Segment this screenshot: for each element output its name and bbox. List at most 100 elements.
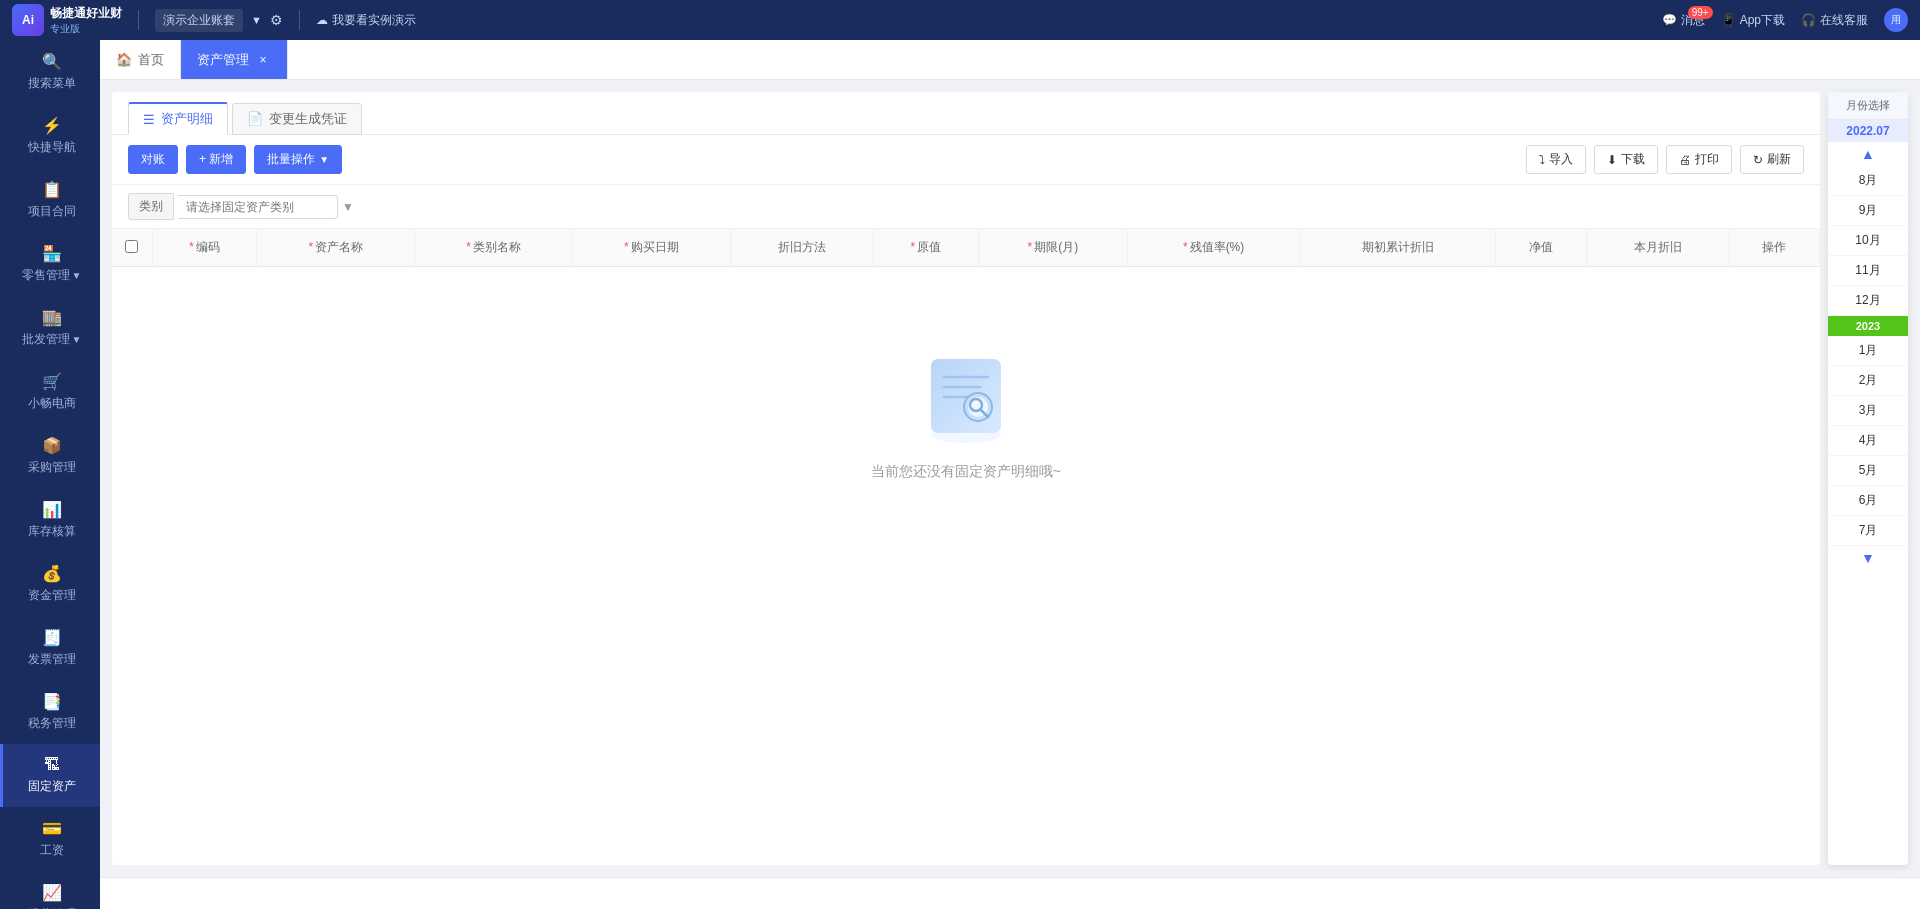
company-dropdown-icon[interactable]: ▼	[251, 14, 262, 26]
sub-tab-asset-detail[interactable]: ☰ 资产明细	[128, 102, 228, 135]
empty-illustration	[906, 347, 1026, 447]
sub-tab-change-voucher[interactable]: 📄 变更生成凭证	[232, 103, 362, 135]
sidebar-item-wholesale[interactable]: 🏬 批发管理 ▼	[0, 296, 100, 360]
table-wrapper: *编码 *资产名称 *类别名称 *购买日期 折旧方法 *原值 *期限(月) *残…	[112, 229, 1820, 865]
month-item-2[interactable]: 2月	[1828, 366, 1908, 396]
sidebar: 🔍 搜索菜单 ⚡ 快捷导航 📋 项目合同 🏪 零售管理 ▼ 🏬 批发管理 ▼	[0, 40, 100, 909]
tab-home[interactable]: 🏠 首页	[100, 40, 181, 79]
wholesale-arrow-icon: ▼	[72, 334, 82, 345]
tab-close-icon[interactable]: ×	[255, 52, 271, 68]
main-panel: ☰ 资产明细 📄 变更生成凭证 对账 + 新增 批量操作	[112, 92, 1820, 865]
month-item-11[interactable]: 11月	[1828, 256, 1908, 286]
category-filter-input[interactable]	[178, 195, 338, 219]
project-icon: 📋	[42, 180, 62, 199]
th-code: *编码	[152, 229, 257, 267]
message-btn[interactable]: 💬 消息 99+	[1662, 12, 1705, 29]
filter-label: 类别	[128, 193, 174, 220]
download-button[interactable]: ⬇ 下载	[1594, 145, 1658, 174]
user-avatar[interactable]: 用	[1884, 8, 1908, 32]
sidebar-item-retail[interactable]: 🏪 零售管理 ▼	[0, 232, 100, 296]
message-badge: 99+	[1688, 6, 1713, 19]
download-icon: ⬇	[1607, 153, 1617, 167]
voucher-icon: 📄	[247, 111, 263, 126]
search-icon: 🔍	[42, 52, 62, 71]
list-icon: ☰	[143, 112, 155, 127]
fixed-assets-icon: 🏗	[44, 756, 60, 774]
th-accumulated-depreciation: 期初累计折旧	[1300, 229, 1496, 267]
sidebar-item-fund[interactable]: 💰 资金管理	[0, 552, 100, 616]
cloud-icon: ☁	[316, 13, 328, 27]
month-scroll-down[interactable]: ▼	[1828, 546, 1908, 570]
wholesale-icon: 🏬	[42, 308, 62, 327]
reconcile-button[interactable]: 对账	[128, 145, 178, 174]
inventory-icon: 📊	[42, 500, 62, 519]
select-all-checkbox[interactable]	[125, 240, 138, 253]
settings-icon[interactable]: ⚙	[270, 12, 283, 28]
sidebar-item-quick-nav[interactable]: ⚡ 快捷导航	[0, 104, 100, 168]
month-item-10[interactable]: 10月	[1828, 226, 1908, 256]
year-2023-marker: 2023	[1828, 316, 1908, 336]
page-content: ☰ 资产明细 📄 变更生成凭证 对账 + 新增 批量操作	[100, 80, 1920, 877]
th-purchase-date: *购买日期	[573, 229, 731, 267]
ecommerce-icon: 🛒	[42, 372, 62, 391]
month-item-4[interactable]: 4月	[1828, 426, 1908, 456]
empty-state: 当前您还没有固定资产明细哦~	[112, 267, 1820, 561]
sidebar-item-salary[interactable]: 💳 工资	[0, 807, 100, 871]
batch-ops-button[interactable]: 批量操作 ▼	[254, 145, 342, 174]
month-item-12[interactable]: 12月	[1828, 286, 1908, 316]
demo-link[interactable]: ☁ 我要看实例演示	[316, 12, 416, 29]
toolbar-left: 对账 + 新增 批量操作 ▼	[128, 145, 342, 174]
month-scroll-up[interactable]: ▲	[1828, 142, 1908, 166]
purchase-icon: 📦	[42, 436, 62, 455]
top-bar-left: Ai 畅捷通好业财 专业版 演示企业账套 ▼ ⚙ ☁ 我要看实例演示	[12, 4, 416, 36]
bottom-bar	[100, 877, 1920, 909]
th-original-value: *原值	[873, 229, 978, 267]
sub-tabs: ☰ 资产明细 📄 变更生成凭证	[112, 92, 1820, 135]
month-item-6[interactable]: 6月	[1828, 486, 1908, 516]
import-icon: ⤵	[1539, 153, 1545, 167]
app-name-group: 畅捷通好业财 专业版	[50, 5, 122, 36]
sidebar-item-fixed-assets[interactable]: 🏗 固定资产	[0, 744, 100, 807]
batch-dropdown-icon: ▼	[319, 154, 329, 165]
online-service-btn[interactable]: 🎧 在线客服	[1801, 12, 1868, 29]
refresh-button[interactable]: ↻ 刷新	[1740, 145, 1804, 174]
month-item-8[interactable]: 8月	[1828, 166, 1908, 196]
month-item-9[interactable]: 9月	[1828, 196, 1908, 226]
import-button[interactable]: ⤵ 导入	[1526, 145, 1586, 174]
content-area: 🏠 首页 资产管理 × ☰ 资产明细 📄 变更生	[100, 40, 1920, 909]
app-edition: 专业版	[50, 22, 122, 36]
month-item-1[interactable]: 1月	[1828, 336, 1908, 366]
print-button[interactable]: 🖨 打印	[1666, 145, 1732, 174]
home-icon: 🏠	[116, 52, 132, 67]
toolbar: 对账 + 新增 批量操作 ▼ ⤵ 导入 ⬇	[112, 135, 1820, 185]
company-selector[interactable]: 演示企业账套	[155, 9, 243, 32]
app-download-btn[interactable]: 📱 App下载	[1721, 12, 1785, 29]
sidebar-item-inventory[interactable]: 📊 库存核算	[0, 488, 100, 552]
month-item-7[interactable]: 7月	[1828, 516, 1908, 546]
month-item-5[interactable]: 5月	[1828, 456, 1908, 486]
sidebar-item-ecommerce[interactable]: 🛒 小畅电商	[0, 360, 100, 424]
sidebar-item-operations[interactable]: 📈 经营管理	[0, 871, 100, 909]
phone-icon: 📱	[1721, 13, 1736, 27]
sidebar-item-project[interactable]: 📋 项目合同	[0, 168, 100, 232]
retail-icon: 🏪	[42, 244, 62, 263]
th-monthly-depreciation: 本月折旧	[1586, 229, 1729, 267]
add-button[interactable]: + 新增	[186, 145, 246, 174]
sidebar-item-search[interactable]: 🔍 搜索菜单	[0, 40, 100, 104]
sidebar-item-purchase[interactable]: 📦 采购管理	[0, 424, 100, 488]
category-filter[interactable]: 类别 ▼	[128, 193, 354, 220]
sidebar-item-tax[interactable]: 📑 税务管理	[0, 680, 100, 744]
month-item-3[interactable]: 3月	[1828, 396, 1908, 426]
empty-text: 当前您还没有固定资产明细哦~	[871, 463, 1061, 481]
assets-table: *编码 *资产名称 *类别名称 *购买日期 折旧方法 *原值 *期限(月) *残…	[112, 229, 1820, 561]
salary-icon: 💳	[42, 819, 62, 838]
tab-asset-mgmt[interactable]: 资产管理 ×	[181, 40, 288, 79]
tax-icon: 📑	[42, 692, 62, 711]
sidebar-item-invoice[interactable]: 🧾 发票管理	[0, 616, 100, 680]
fund-icon: 💰	[42, 564, 62, 583]
headset-icon: 🎧	[1801, 13, 1816, 27]
current-year-month[interactable]: 2022.07	[1828, 120, 1908, 142]
invoice-icon: 🧾	[42, 628, 62, 647]
refresh-icon: ↻	[1753, 153, 1763, 167]
month-panel: 月份选择 2022.07 ▲ 8月 9月 10月 11月 12月 2023 1月…	[1828, 92, 1908, 865]
